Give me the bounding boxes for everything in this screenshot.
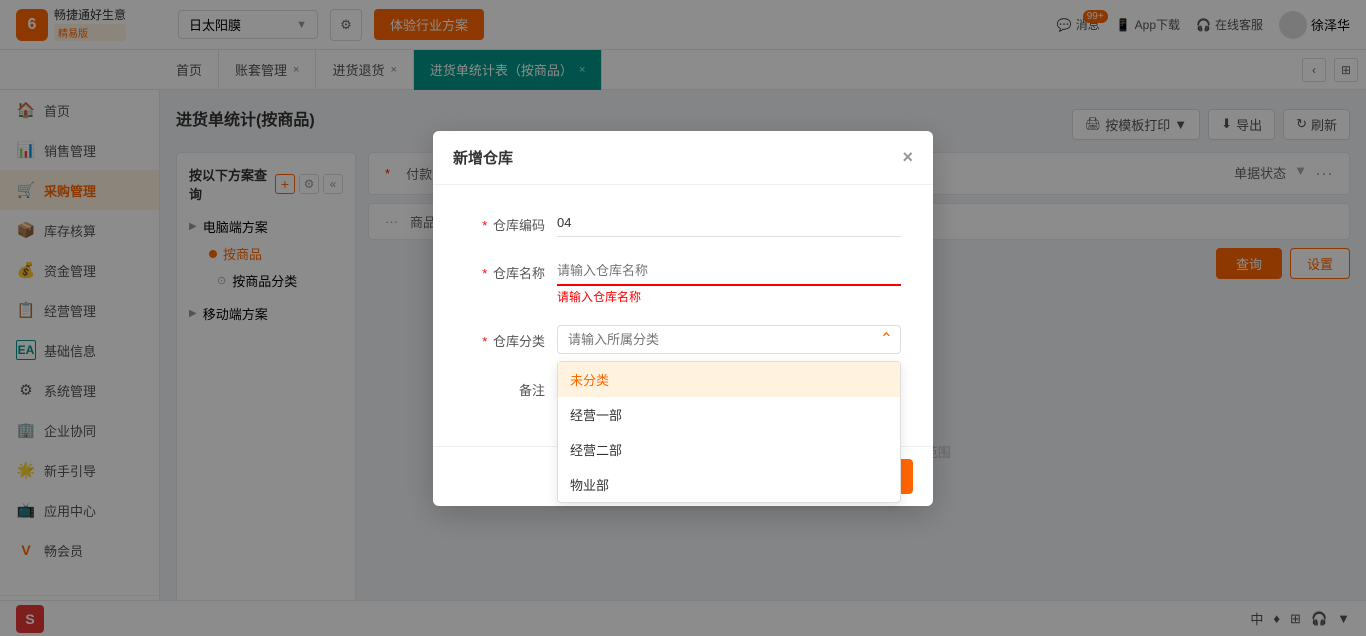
name-error-message: 请输入仓库名称 (557, 288, 901, 305)
category-label: * 仓库分类 (465, 325, 545, 350)
dropdown-option-uncategorized[interactable]: 未分类 (558, 362, 900, 397)
modal-new-warehouse: 新增仓库 × * 仓库编码 * 仓库名称 请输入仓库名称 (433, 131, 933, 506)
category-input[interactable] (557, 325, 901, 354)
dropdown-option-dept2[interactable]: 经营二部 (558, 432, 900, 467)
category-dropdown: 未分类 经营一部 经营二部 物业部 (557, 361, 901, 503)
warehouse-category-row: * 仓库分类 ⌃ 未分类 经营一部 经营二部 物业部 (465, 325, 901, 354)
warehouse-name-input[interactable] (557, 257, 901, 286)
category-select-wrap: ⌃ 未分类 经营一部 经营二部 物业部 (557, 325, 901, 354)
category-arrow-icon[interactable]: ⌃ (880, 329, 893, 349)
warehouse-name-row: * 仓库名称 请输入仓库名称 (465, 257, 901, 305)
modal-title: 新增仓库 (453, 147, 513, 168)
note-label: 备注 (465, 374, 545, 399)
modal-body: * 仓库编码 * 仓库名称 请输入仓库名称 * (433, 185, 933, 446)
warehouse-code-row: * 仓库编码 (465, 209, 901, 237)
modal-close-button[interactable]: × (902, 147, 913, 168)
modal-overlay: 新增仓库 × * 仓库编码 * 仓库名称 请输入仓库名称 (0, 0, 1366, 636)
warehouse-code-input[interactable] (557, 209, 901, 237)
dropdown-option-dept1[interactable]: 经营一部 (558, 397, 900, 432)
dropdown-option-dept3[interactable]: 物业部 (558, 467, 900, 502)
modal-header: 新增仓库 × (433, 131, 933, 185)
name-label: * 仓库名称 (465, 257, 545, 282)
code-label: * 仓库编码 (465, 209, 545, 234)
